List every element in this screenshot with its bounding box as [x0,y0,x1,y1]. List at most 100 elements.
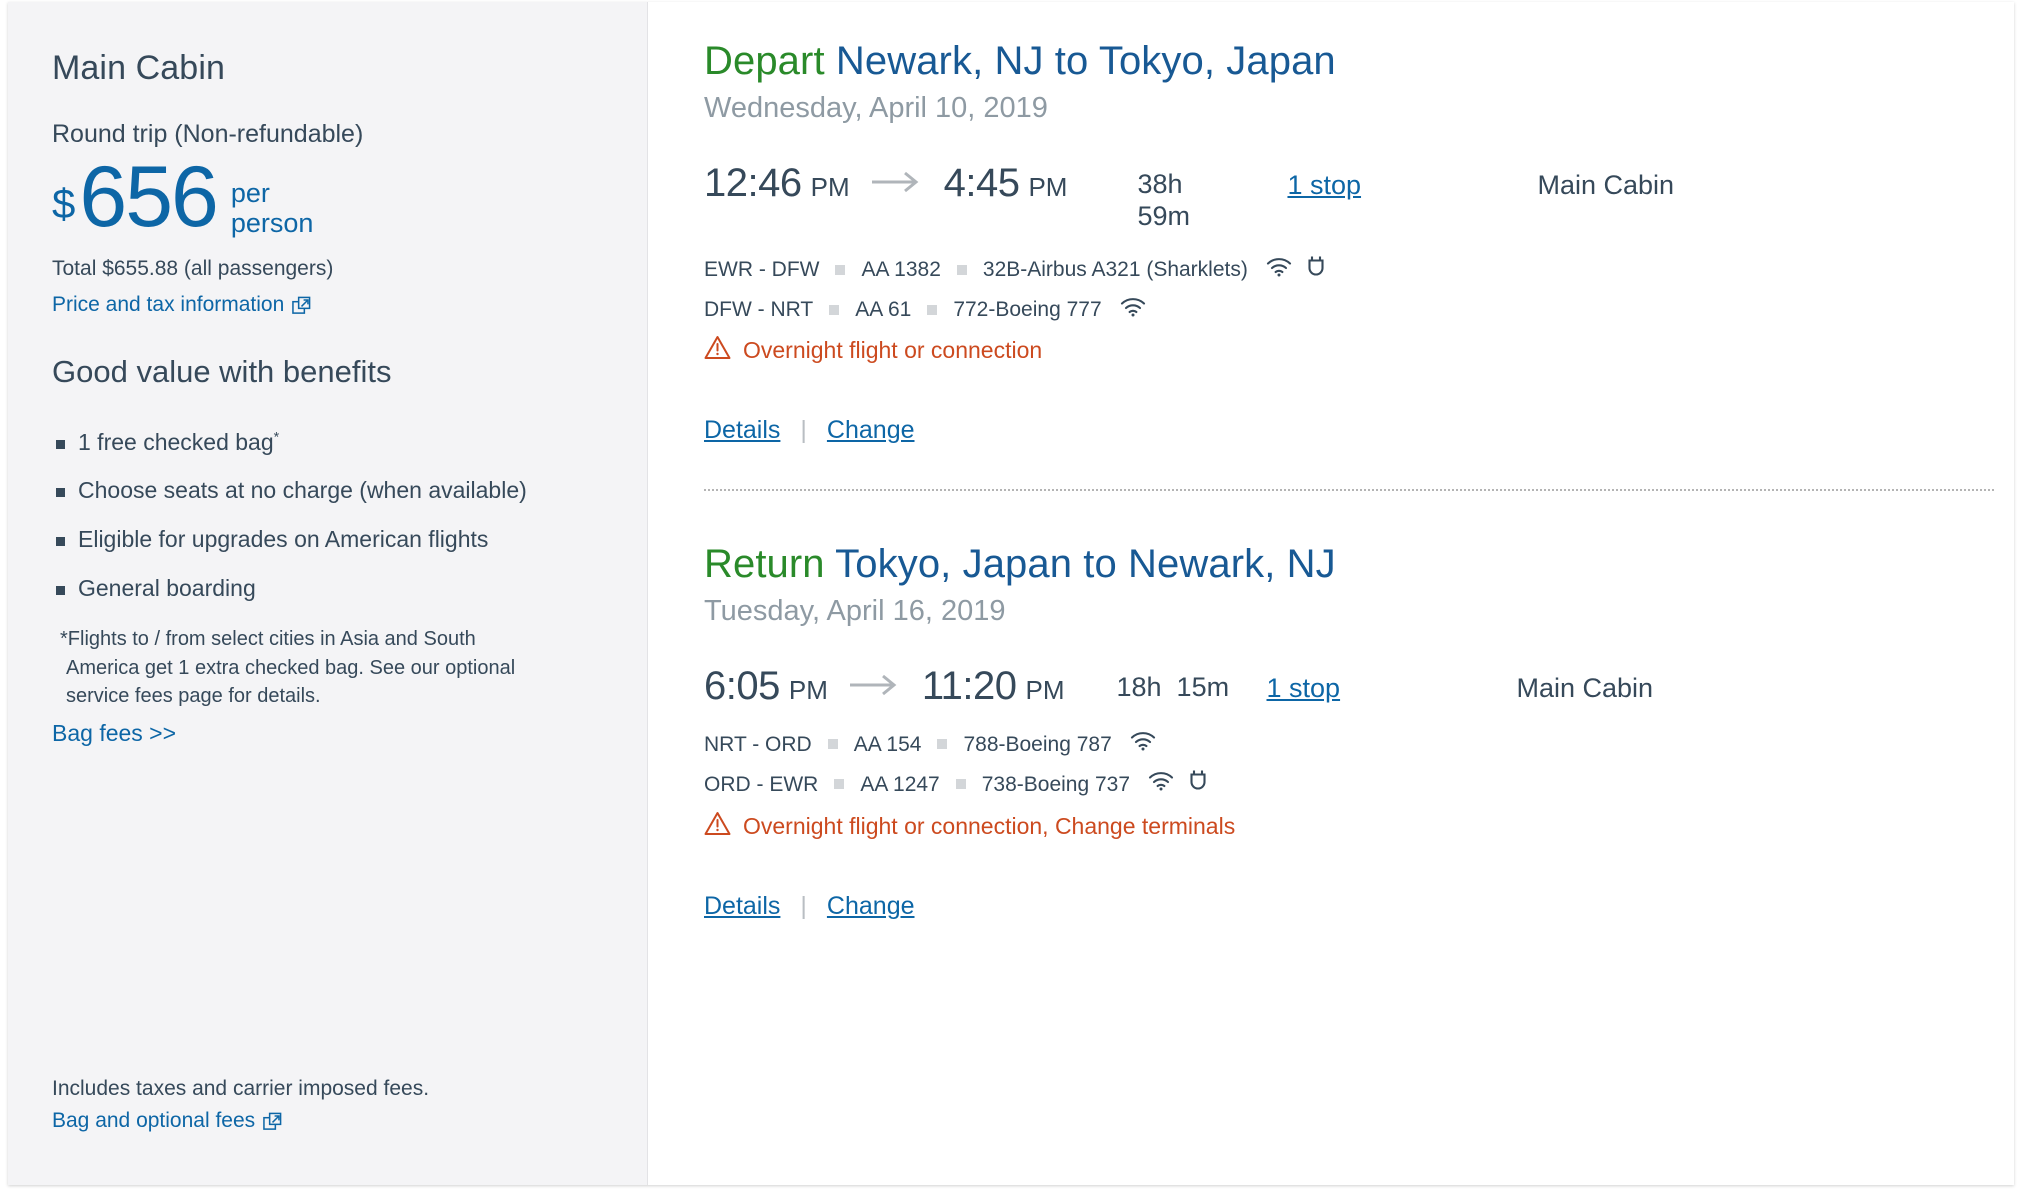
external-link-icon [263,1112,282,1131]
flight-direction-arrow [828,664,922,696]
segment-amenities [1120,297,1146,323]
segment-row: EWR - DFW AA 1382 32B-Airbus A321 (Shark… [704,255,1994,285]
segment-separator [835,264,846,275]
warning-triangle-icon [704,335,731,366]
cabin-title: Main Cabin [52,49,225,87]
price-amount: 656 [79,149,218,246]
benefit-label: Choose seats at no charge (when availabl… [78,477,527,504]
bag-and-optional-fees-label: Bag and optional fees [52,1109,256,1132]
stops-cell: 1 stop [1267,664,1517,704]
slice-direction-label: Return [704,542,825,587]
includes-taxes-label: Includes taxes and carrier imposed fees. [52,1077,430,1100]
benefit-label: 1 free checked bag [78,428,274,455]
segment-aircraft: 738-Boeing 737 [981,772,1131,796]
benefit-item: Eligible for upgrades on American flight… [52,526,603,554]
segment-route: DFW - NRT [704,298,814,322]
slice-return-heading: Return Tokyo, Japan to Newark, NJ [704,541,1994,587]
details-link[interactable]: Details [704,416,780,445]
slice-actions: Details | Change [704,892,1994,921]
segment-route: NRT - ORD [704,732,812,756]
flight-duration: 38h 59m [1137,169,1190,231]
departure-time-meridiem: PM [810,172,850,202]
arrival-time: 4:45 PM [944,161,1068,206]
segment-separator [956,264,967,275]
segment-flight-number: AA 154 [853,732,922,756]
bag-fees-link[interactable]: Bag fees >> [52,720,603,747]
segment-flight-number: AA 1382 [861,258,941,282]
flight-cabin-label: Main Cabin [1537,170,1675,200]
segment-separator [829,305,840,315]
segment-separator [937,739,948,750]
slice-divider [704,489,1994,492]
price-and-tax-information-link[interactable]: Price and tax information [52,293,603,317]
change-link[interactable]: Change [827,892,915,921]
benefit-label: Eligible for upgrades on American flight… [78,526,489,553]
segment-list: EWR - DFW AA 1382 32B-Airbus A321 (Shark… [704,255,1994,323]
departure-time-value: 12:46 [704,161,802,205]
arrival-time: 11:20 PM [922,664,1065,709]
wifi-icon [1148,771,1174,797]
flight-row: 6:05 PM 11:20 PM 18h 15m 1 stop Main Cab… [704,664,1994,709]
segment-amenities [1130,731,1156,757]
warning-label: Overnight flight or connection, Change t… [743,813,1236,840]
slice-route-label: Newark, NJ to Tokyo, Japan [835,39,1336,83]
segment-flight-number: AA 1247 [860,772,940,796]
bag-and-optional-fees-link[interactable]: Bag and optional fees [52,1109,282,1133]
segment-row: NRT - ORD AA 154 788-Boeing 787 [704,731,1994,757]
action-divider: | [800,416,807,445]
departure-time: 12:46 PM [704,161,850,206]
stops-cell: 1 stop [1287,161,1537,201]
segment-separator [927,305,938,315]
itinerary-main: Depart Newark, NJ to Tokyo, Japan Wednes… [648,2,2014,1185]
trip-type-label: Round trip (Non-refundable) [52,120,364,149]
stops-link[interactable]: 1 stop [1287,170,1361,200]
arrival-time-meridiem: PM [1028,172,1068,202]
slice-return-date: Tuesday, April 16, 2019 [704,595,1006,628]
segment-separator [955,779,966,790]
segment-separator [827,739,838,750]
slice-route-label: Tokyo, Japan to Newark, NJ [835,542,1336,587]
change-link[interactable]: Change [827,416,915,445]
benefits-title: Good value with benefits [52,354,392,390]
segment-aircraft: 788-Boeing 787 [963,732,1112,756]
slice-direction-label: Depart [704,39,825,83]
total-price-label: Total $655.88 (all passengers) [52,257,334,281]
wifi-icon [1130,731,1156,757]
segment-aircraft: 772-Boeing 777 [953,298,1102,322]
benefits-footnote: *Flights to / from select cities in Asia… [60,628,516,708]
benefit-asterisk: * [273,429,280,446]
per-person-line2: person [230,207,314,238]
stops-link[interactable]: 1 stop [1267,673,1341,703]
external-link-icon [292,296,311,315]
wifi-icon [1266,257,1292,283]
action-divider: | [800,892,807,921]
benefit-item: General boarding [52,575,603,603]
benefits-list: 1 free checked bag* Choose seats at no c… [52,429,603,623]
flight-warning: Overnight flight or connection [704,335,1994,366]
wifi-icon [1120,297,1146,323]
flight-direction-arrow [850,161,944,193]
sidebar-footer: Includes taxes and carrier imposed fees.… [52,1077,603,1185]
flight-cabin-label: Main Cabin [1516,673,1654,704]
arrival-time-value: 4:45 [943,161,1020,205]
segment-flight-number: AA 61 [855,298,912,322]
departure-time: 6:05 PM [704,664,828,709]
currency-symbol: $ [52,180,76,228]
arrival-time-value: 11:20 [921,664,1017,709]
benefit-item: 1 free checked bag* [52,429,603,457]
segment-list: NRT - ORD AA 154 788-Boeing 787 ORD - EW… [704,731,1994,799]
segment-row: DFW - NRT AA 61 772-Boeing 777 [704,297,1994,323]
per-person-line1: per [230,178,270,209]
per-person-label: per person [231,179,314,237]
benefit-label: General boarding [78,574,256,601]
power-icon [1188,769,1208,799]
segment-aircraft: 32B-Airbus A321 (Sharklets) [982,258,1248,282]
flight-warning: Overnight flight or connection, Change t… [704,811,1994,842]
slice-actions: Details | Change [704,416,1994,445]
segment-separator [834,779,845,790]
slice-depart-date: Wednesday, April 10, 2019 [704,92,1048,124]
details-link[interactable]: Details [704,892,780,921]
segment-amenities [1148,769,1208,799]
segment-route: ORD - EWR [704,772,819,796]
price-display: $ 656 per person [52,149,603,246]
